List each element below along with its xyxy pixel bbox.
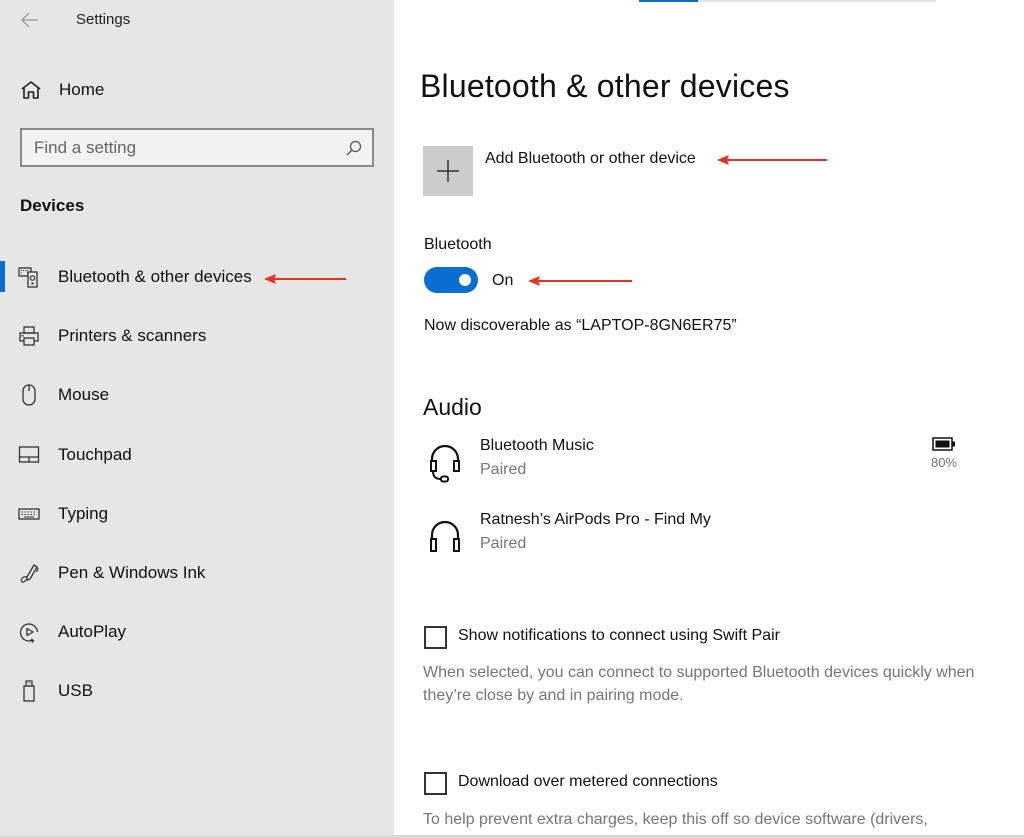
sidebar: Settings Home Devices Bluetooth & other … [0,0,394,838]
home-icon [21,81,41,99]
swift-pair-label[interactable]: Show notifications to connect using Swif… [458,627,780,645]
keyboard-icon [18,508,40,520]
sidebar-item-usb[interactable]: USB [0,662,394,721]
app-title: Settings [76,11,131,28]
sidebar-nav: Bluetooth & other devices Printers & sca… [0,248,394,722]
sidebar-item-autoplay[interactable]: AutoPlay [0,603,394,662]
bluetooth-devices-icon [18,267,38,288]
device-name: Bluetooth Music [480,437,594,454]
search-input[interactable] [22,130,332,165]
metered-checkbox[interactable] [424,772,447,795]
bluetooth-toggle-state: On [492,272,514,289]
search-box[interactable] [20,128,374,167]
mouse-icon [22,384,36,407]
battery-indicator: 80% [924,437,964,470]
red-arrow-icon [717,155,827,165]
sidebar-item-typing[interactable]: Typing [0,485,394,544]
red-arrow-icon [264,274,346,284]
sidebar-item-bluetooth[interactable]: Bluetooth & other devices [0,248,394,307]
sidebar-item-label: USB [58,681,93,701]
swift-pair-checkbox[interactable] [424,626,447,649]
add-device-button[interactable]: Add Bluetooth or other device [423,146,843,196]
plus-icon [437,160,459,182]
sidebar-item-label: Printers & scanners [58,326,207,346]
sidebar-item-home[interactable]: Home [0,72,394,108]
battery-icon [932,437,955,451]
metered-help-text: To help prevent extra charges, keep this… [423,811,928,828]
sidebar-item-mouse[interactable]: Mouse [0,366,394,425]
selection-indicator [0,261,5,292]
audio-section-title: Audio [423,394,482,420]
top-progress-bar [639,0,936,2]
printer-icon [19,326,39,346]
page-title: Bluetooth & other devices [420,68,790,104]
bluetooth-label: Bluetooth [424,236,492,253]
autoplay-icon [19,623,39,644]
metered-label[interactable]: Download over metered connections [458,773,718,791]
headset-icon [430,444,460,483]
pen-icon [20,564,39,583]
sidebar-item-label: Mouse [58,385,110,405]
device-name: Ratnesh’s AirPods Pro - Find My [480,511,711,528]
bluetooth-toggle[interactable] [424,267,478,293]
discoverable-text: Now discoverable as “LAPTOP-8GN6ER75” [424,317,737,334]
section-title: Devices [20,196,85,215]
battery-percentage: 80% [930,455,958,470]
swift-pair-help-text: When selected, you can connect to suppor… [423,664,975,704]
usb-icon [23,680,35,702]
sidebar-item-label: Touchpad [58,444,132,464]
home-label: Home [59,80,105,99]
main-content: Bluetooth & other devices Add Bluetooth … [394,0,1024,838]
device-bluetooth-music[interactable]: Bluetooth Music Paired 80% [424,437,984,493]
toggle-knob [459,274,471,286]
headphones-icon [430,520,460,552]
swift-pair-checkbox-row[interactable]: Show notifications to connect using Swif… [424,625,984,651]
device-status: Paired [480,461,527,478]
device-status: Paired [480,535,527,552]
arrow-left-icon [21,12,38,28]
top-progress-fill [639,0,699,2]
sidebar-item-label: Pen & Windows Ink [58,562,206,582]
red-arrow-icon [528,276,632,286]
sidebar-item-label: AutoPlay [58,622,127,642]
sidebar-item-printers[interactable]: Printers & scanners [0,307,394,366]
metered-checkbox-row[interactable]: Download over metered connections [424,771,984,797]
sidebar-item-label: Bluetooth & other devices [58,267,252,286]
sidebar-item-touchpad[interactable]: Touchpad [0,426,394,485]
search-icon[interactable] [345,139,363,157]
title-bar: Settings [0,0,394,40]
device-airpods[interactable]: Ratnesh’s AirPods Pro - Find My Paired [424,511,984,567]
sidebar-item-pen[interactable]: Pen & Windows Ink [0,544,394,603]
add-device-label[interactable]: Add Bluetooth or other device [485,150,696,168]
sidebar-item-label: Typing [58,503,109,523]
touchpad-icon [18,445,40,463]
back-button[interactable] [18,8,42,32]
add-device-tile[interactable] [423,146,473,196]
